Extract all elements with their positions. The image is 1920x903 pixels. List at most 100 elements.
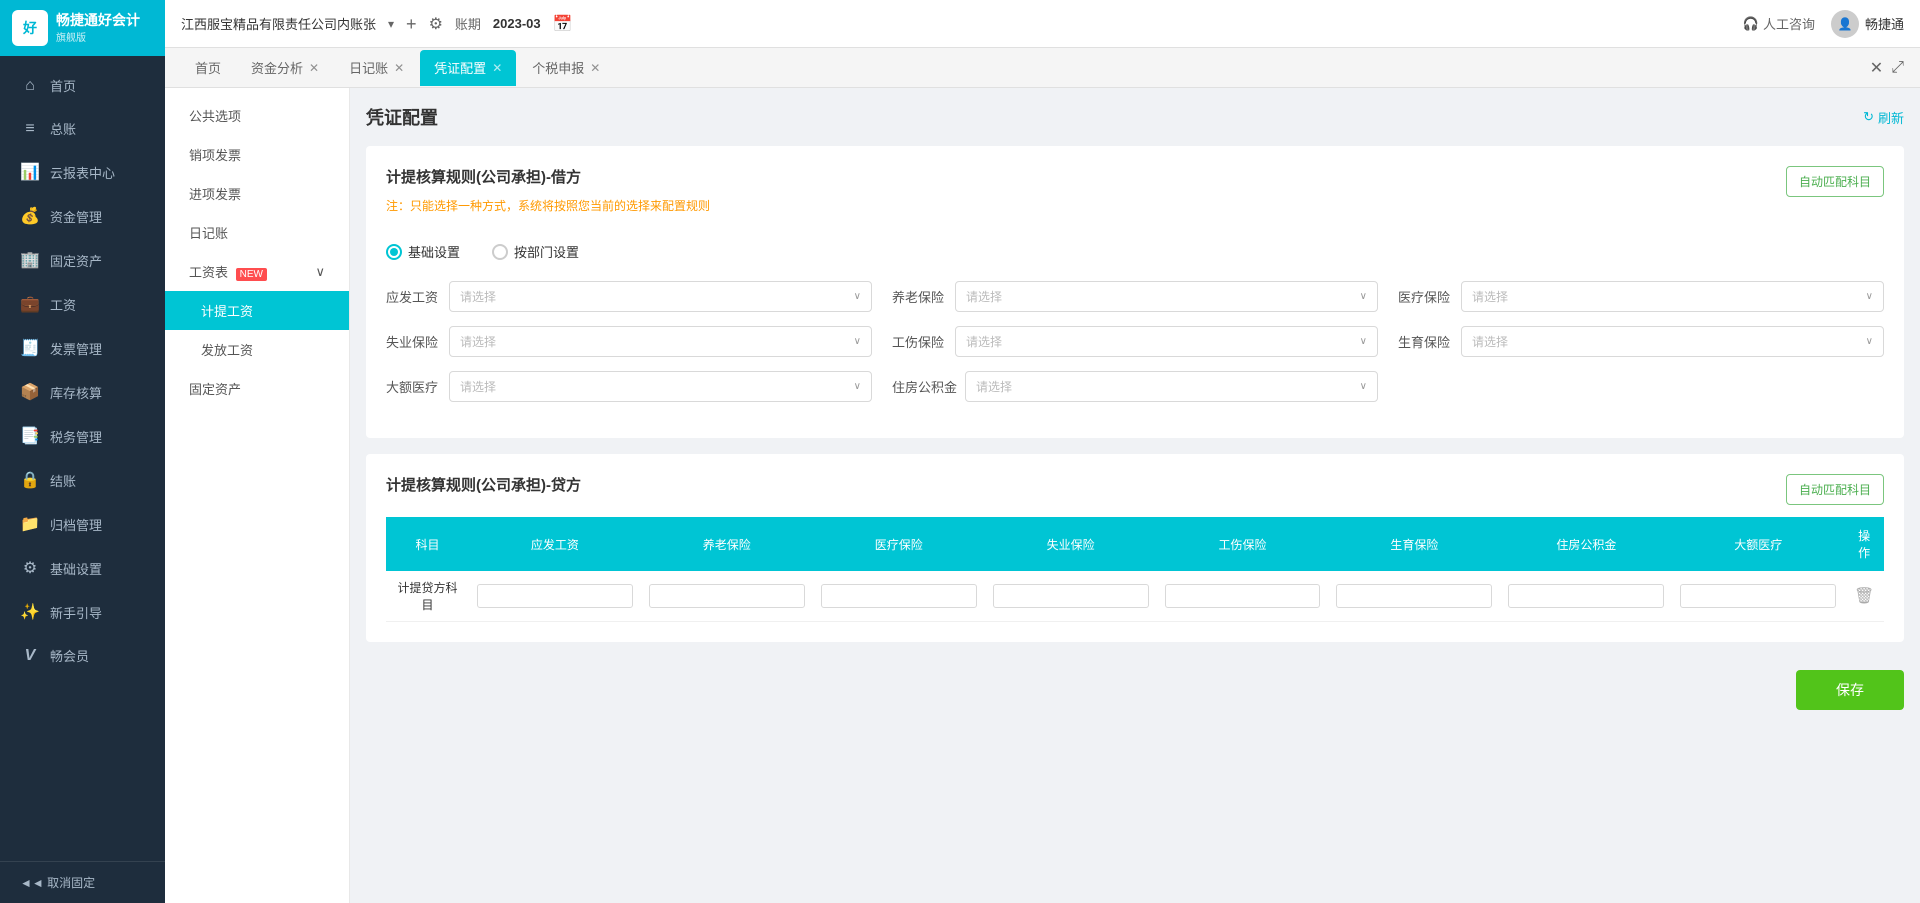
menu-item-sales[interactable]: 销项发票 [165, 135, 349, 174]
menu-item-fixed[interactable]: 固定资产 [165, 369, 349, 408]
calendar-icon[interactable]: 📅 [553, 14, 573, 34]
sidebar-item-salary[interactable]: 💼 工资 [0, 282, 165, 326]
sidebar-item-ledger[interactable]: ≡ 总账 [0, 107, 165, 150]
tab-tax[interactable]: 个税申报 ✕ [518, 50, 614, 86]
input-yingfa[interactable] [477, 584, 633, 608]
chevron-down-icon: ∨ [854, 381, 861, 392]
chevron-down-icon: ∨ [315, 264, 325, 280]
section-debit-title: 计提核算规则(公司承担)-借方 [386, 166, 710, 187]
auto-match-credit-button[interactable]: 自动匹配科目 [1786, 474, 1884, 505]
form-select-zhufang[interactable]: 请选择 ∨ [965, 371, 1378, 402]
tab-journal[interactable]: 日记账 ✕ [335, 50, 418, 86]
input-gongshang[interactable] [1165, 584, 1321, 608]
invoice-icon: 🧾 [20, 338, 40, 358]
col-gongshang: 工伤保险 [1157, 517, 1329, 571]
home-icon: ⌂ [20, 77, 40, 95]
menu-item-calc-payroll[interactable]: 计提工资 [165, 291, 349, 330]
form-select-yiliao[interactable]: 请选择 ∨ [1461, 281, 1884, 312]
form-select-yanglao[interactable]: 请选择 ∨ [955, 281, 1378, 312]
main-area: 江西服宝精品有限责任公司内账张 ▾ + ⚙ 账期 2023-03 📅 🎧 人工咨… [165, 0, 1920, 903]
input-shiye[interactable] [993, 584, 1149, 608]
auto-match-debit-button[interactable]: 自动匹配科目 [1786, 166, 1884, 197]
tax-icon: 📑 [20, 426, 40, 446]
input-yanglao[interactable] [649, 584, 805, 608]
service-label: 人工咨询 [1763, 14, 1815, 33]
top-bar: 江西服宝精品有限责任公司内账张 ▾ + ⚙ 账期 2023-03 📅 🎧 人工咨… [165, 0, 1920, 48]
input-dayi[interactable] [1680, 584, 1836, 608]
input-shengyu[interactable] [1336, 584, 1492, 608]
chevron-down-icon: ∨ [1866, 336, 1873, 347]
form-select-shiye-placeholder: 请选择 [460, 333, 496, 350]
radio-basic-circle [386, 244, 402, 260]
form-select-yingfa[interactable]: 请选择 ∨ [449, 281, 872, 312]
funds-icon: 💰 [20, 206, 40, 226]
user-info[interactable]: 👤 畅捷通 [1831, 10, 1904, 38]
sidebar-item-home[interactable]: ⌂ 首页 [0, 64, 165, 107]
radio-basic[interactable]: 基础设置 [386, 242, 460, 261]
chevron-down-icon: ∨ [854, 291, 861, 302]
new-badge: NEW [236, 268, 267, 281]
page-content: 凭证配置 ↻ 刷新 计提核算规则(公司承担)-借方 注：只能选择一种方式，系统将… [350, 88, 1920, 903]
tab-home[interactable]: 首页 [181, 50, 235, 86]
company-dropdown-button[interactable]: ▾ [388, 17, 394, 31]
form-select-gongshang-placeholder: 请选择 [966, 333, 1002, 350]
close-tab-button[interactable]: ✕ [1870, 58, 1883, 78]
cell-yanglao [641, 571, 813, 622]
maximize-tab-button[interactable]: ⤢ [1891, 58, 1904, 78]
sidebar-item-vip[interactable]: V 畅会员 [0, 634, 165, 677]
menu-item-public[interactable]: 公共选项 [165, 96, 349, 135]
form-label-dayi: 大额医疗 [386, 377, 441, 396]
sidebar-item-settings[interactable]: ⚙ 基础设置 [0, 546, 165, 590]
sidebar-item-reports[interactable]: 📊 云报表中心 [0, 150, 165, 194]
settings-gear-button[interactable]: ⚙ [429, 14, 443, 34]
col-action: 操作 [1844, 517, 1884, 571]
archive-icon: 📁 [20, 514, 40, 534]
menu-group-payroll[interactable]: 工资表 NEW ∨ [165, 252, 349, 291]
sidebar-item-assets[interactable]: 🏢 固定资产 [0, 238, 165, 282]
assets-icon: 🏢 [20, 250, 40, 270]
delete-row-button[interactable]: 🗑 [1854, 586, 1874, 606]
form-grid-debit: 应发工资 请选择 ∨ 养老保险 请选择 ∨ 医疗 [386, 281, 1884, 402]
tab-tax-close[interactable]: ✕ [590, 61, 600, 75]
sidebar-item-guide[interactable]: ✨ 新手引导 [0, 590, 165, 634]
form-label-zhufang: 住房公积金 [892, 377, 957, 396]
tab-funds-close[interactable]: ✕ [309, 61, 319, 75]
sidebar-item-invoice[interactable]: 🧾 发票管理 [0, 326, 165, 370]
tab-voucher[interactable]: 凭证配置 ✕ [420, 50, 516, 86]
reports-icon: 📊 [20, 162, 40, 182]
form-label-yiliao: 医疗保险 [1398, 287, 1453, 306]
input-yiliao[interactable] [821, 584, 977, 608]
sidebar-item-label: 发票管理 [50, 339, 102, 358]
sidebar-item-tax[interactable]: 📑 税务管理 [0, 414, 165, 458]
menu-item-pay-salary[interactable]: 发放工资 [165, 330, 349, 369]
sidebar-item-archive[interactable]: 📁 归档管理 [0, 502, 165, 546]
input-zhufang[interactable] [1508, 584, 1664, 608]
tab-voucher-close[interactable]: ✕ [492, 61, 502, 75]
sidebar-item-label: 云报表中心 [50, 163, 115, 182]
form-select-dayi[interactable]: 请选择 ∨ [449, 371, 872, 402]
sidebar-item-inventory[interactable]: 📦 库存核算 [0, 370, 165, 414]
sidebar-item-label: 工资 [50, 295, 76, 314]
refresh-button[interactable]: ↻ 刷新 [1863, 108, 1904, 127]
menu-item-purchase[interactable]: 进项发票 [165, 174, 349, 213]
inventory-icon: 📦 [20, 382, 40, 402]
sidebar: 好 畅捷通好会计 旗舰版 ⌂ 首页 ≡ 总账 📊 云报表中心 💰 资金管理 🏢 … [0, 0, 165, 903]
col-yiliao: 医疗保险 [813, 517, 985, 571]
form-select-gongshang[interactable]: 请选择 ∨ [955, 326, 1378, 357]
service-button[interactable]: 🎧 人工咨询 [1743, 14, 1815, 33]
form-select-shiye[interactable]: 请选择 ∨ [449, 326, 872, 357]
add-company-button[interactable]: + [406, 15, 417, 33]
sidebar-unpin-button[interactable]: ◄◄ 取消固定 [0, 861, 165, 903]
tab-journal-close[interactable]: ✕ [394, 61, 404, 75]
sidebar-item-close[interactable]: 🔒 结账 [0, 458, 165, 502]
tab-funds[interactable]: 资金分析 ✕ [237, 50, 333, 86]
cell-dayi [1672, 571, 1844, 622]
form-select-shengyu[interactable]: 请选择 ∨ [1461, 326, 1884, 357]
form-select-yiliao-placeholder: 请选择 [1472, 288, 1508, 305]
menu-item-journal[interactable]: 日记账 [165, 213, 349, 252]
save-button[interactable]: 保存 [1796, 670, 1904, 710]
col-yingfa: 应发工资 [469, 517, 641, 571]
radio-group: 基础设置 按部门设置 [386, 242, 1884, 261]
sidebar-item-funds[interactable]: 💰 资金管理 [0, 194, 165, 238]
radio-dept[interactable]: 按部门设置 [492, 242, 579, 261]
